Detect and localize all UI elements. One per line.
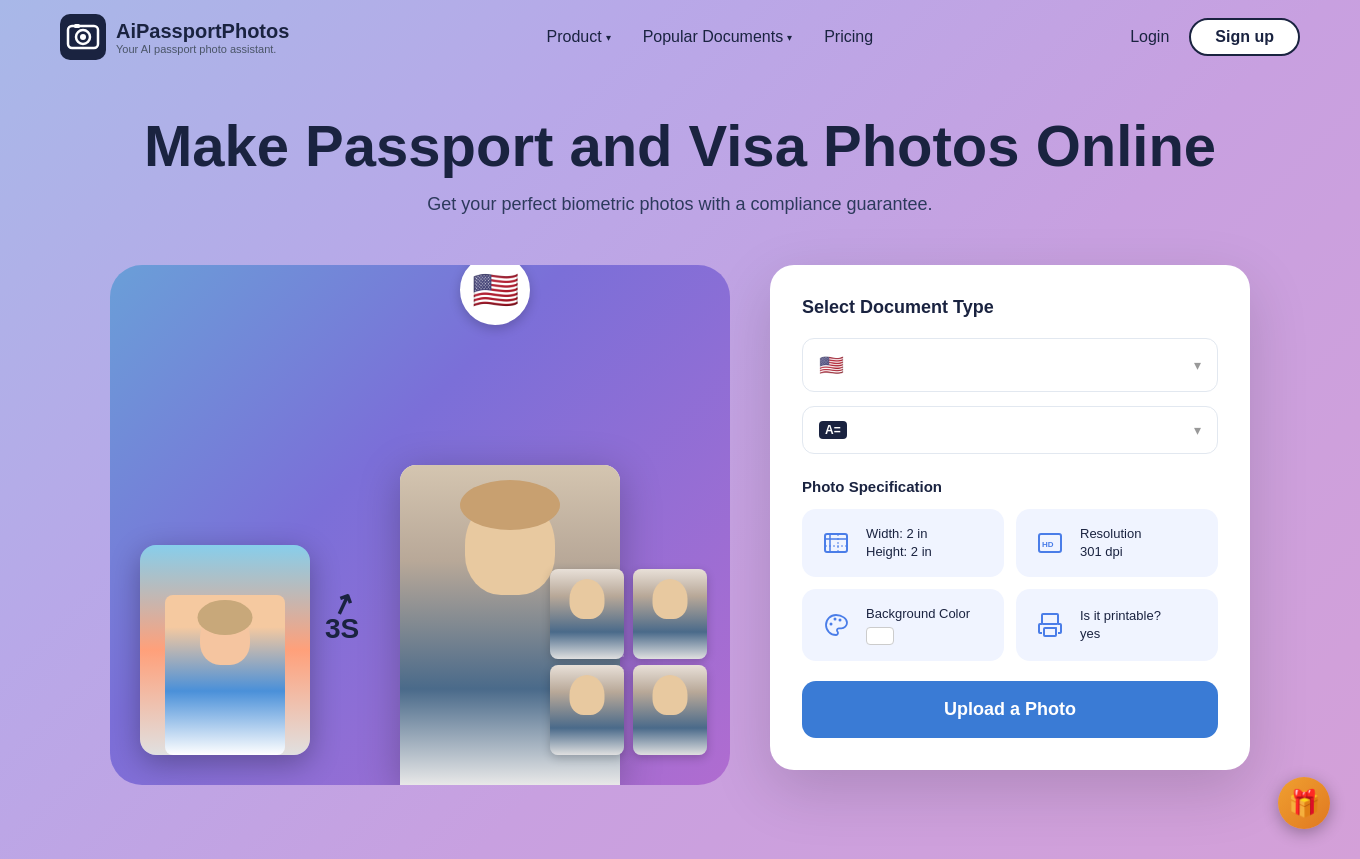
upload-photo-button[interactable]: Upload a Photo [802,681,1218,738]
spec-resolution-text: Resolution 301 dpi [1080,525,1141,561]
hero-subtitle: Get your perfect biometric photos with a… [20,194,1340,215]
signup-button[interactable]: Sign up [1189,18,1300,56]
photo-thumb-3 [550,665,624,755]
logo-icon [60,14,106,60]
svg-point-12 [830,623,833,626]
form-card: Select Document Type 🇺🇸 ▾ A= ▾ Photo Spe… [770,265,1250,771]
svg-rect-15 [1042,614,1058,624]
svg-rect-4 [74,24,80,28]
illustration-card: ↗ 3S 🇺🇸 [110,265,730,785]
doc-type-selector-wrapper: A= ▾ [802,406,1218,454]
spec-size-text: Width: 2 in Height: 2 in [866,525,932,561]
svg-point-3 [80,34,86,40]
spec-size: Width: 2 in Height: 2 in [802,509,1004,577]
country-selector[interactable]: 🇺🇸 ▾ [802,338,1218,392]
logo-text: AiPassportPhotos Your AI passport photo … [116,20,289,55]
country-selector-wrapper: 🇺🇸 ▾ [802,338,1218,392]
chevron-down-icon: ▾ [787,32,792,43]
svg-point-14 [839,619,842,622]
print-icon [1032,607,1068,643]
svg-rect-5 [825,534,847,552]
logo-tagline: Your AI passport photo assistant. [116,43,289,55]
main-content: ↗ 3S 🇺🇸 Select Document Type 🇺🇸 ▾ [0,235,1360,825]
flag-circle: 🇺🇸 [460,265,530,325]
gift-button[interactable]: 🎁 [1278,777,1330,829]
size-icon [818,525,854,561]
svg-rect-16 [1044,628,1056,636]
form-section-title: Select Document Type [802,297,1218,318]
nav-actions: Login Sign up [1130,18,1300,56]
chevron-down-icon: ▾ [1194,422,1201,438]
nav-popular-documents[interactable]: Popular Documents ▾ [643,28,793,46]
color-icon [818,607,854,643]
hero-section: Make Passport and Visa Photos Online Get… [0,74,1360,235]
svg-text:HD: HD [1042,540,1054,549]
spec-bg-color-text: Background Color [866,605,970,645]
spec-grid: Width: 2 in Height: 2 in HD Resolution [802,509,1218,662]
chevron-down-icon: ▾ [606,32,611,43]
chevron-down-icon: ▾ [1194,357,1201,373]
spec-background-color: Background Color [802,589,1004,661]
nav-links: Product ▾ Popular Documents ▾ Pricing [546,28,873,46]
photo-before [140,545,310,755]
color-swatch [866,627,894,645]
photo-before-person [165,595,285,755]
doc-type-selector[interactable]: A= ▾ [802,406,1218,454]
nav-pricing[interactable]: Pricing [824,28,873,46]
spec-section-title: Photo Specification [802,478,1218,495]
arrow-label: ↗ 3S [325,588,359,645]
photos-grid [550,569,710,755]
svg-point-13 [834,618,837,621]
login-button[interactable]: Login [1130,28,1169,46]
spec-printable: Is it printable? yes [1016,589,1218,661]
spec-printable-text: Is it printable? yes [1080,607,1161,643]
logo-name: AiPassportPhotos [116,20,289,43]
spec-section: Photo Specification Width: 2 [802,478,1218,662]
resolution-icon: HD [1032,525,1068,561]
logo[interactable]: AiPassportPhotos Your AI passport photo … [60,14,289,60]
spec-resolution: HD Resolution 301 dpi [1016,509,1218,577]
doc-type-icon: A= [819,421,847,439]
country-flag: 🇺🇸 [819,353,844,377]
nav-product[interactable]: Product ▾ [546,28,610,46]
navbar: AiPassportPhotos Your AI passport photo … [0,0,1360,74]
photo-thumb-4 [633,665,707,755]
svg-point-17 [1055,627,1057,629]
photo-thumb-2 [633,569,707,659]
photo-thumb-1 [550,569,624,659]
hero-title: Make Passport and Visa Photos Online [20,114,1340,178]
